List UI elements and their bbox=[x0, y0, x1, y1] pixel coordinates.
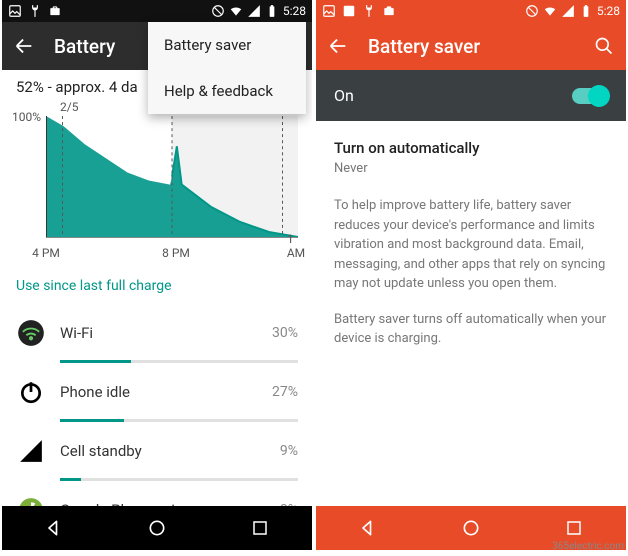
auto-section[interactable]: Turn on automatically Never To help impr… bbox=[316, 121, 626, 383]
use-since-link[interactable]: Use since last full charge bbox=[2, 264, 312, 304]
wifi-app-icon bbox=[16, 318, 46, 348]
chart-xlabel-1: 8 PM bbox=[162, 246, 190, 260]
battery-screen: 5:28 Battery Battery saver Help & feedba… bbox=[2, 0, 312, 550]
nav-recent[interactable] bbox=[249, 517, 271, 539]
toggle-label: On bbox=[334, 86, 354, 105]
battery-icon bbox=[265, 4, 279, 18]
no-sim-icon bbox=[211, 4, 225, 18]
menu-item-help[interactable]: Help & feedback bbox=[148, 68, 306, 114]
nav-back[interactable] bbox=[357, 517, 379, 539]
toggle-row: On bbox=[316, 70, 626, 121]
battery-saver-switch[interactable] bbox=[572, 88, 608, 104]
auto-title: Turn on automatically bbox=[334, 139, 608, 157]
signal-icon bbox=[561, 4, 575, 18]
nav-home[interactable] bbox=[460, 517, 482, 539]
list-item[interactable]: Wi-Fi 30% bbox=[16, 304, 298, 363]
menu-item-battery-saver[interactable]: Battery saver bbox=[148, 22, 306, 68]
auto-value: Never bbox=[334, 161, 608, 176]
image-icon bbox=[8, 4, 22, 18]
description: To help improve battery life, battery sa… bbox=[334, 196, 608, 349]
item-pct: 9% bbox=[280, 443, 298, 459]
search-button[interactable] bbox=[592, 34, 616, 58]
back-button[interactable] bbox=[326, 34, 350, 58]
wifi-icon bbox=[543, 4, 557, 18]
chart-date-0: 2/5 bbox=[60, 100, 78, 114]
app-bar: Battery saver bbox=[316, 22, 626, 70]
status-time: 5:28 bbox=[597, 4, 620, 18]
desc-p2: Battery saver turns off automatically wh… bbox=[334, 310, 608, 349]
status-bar: 5:28 bbox=[2, 0, 312, 22]
nav-recent[interactable] bbox=[563, 517, 585, 539]
item-pct: 27% bbox=[272, 384, 298, 400]
nav-home[interactable] bbox=[146, 517, 168, 539]
list-item[interactable]: Cell standby 9% bbox=[16, 422, 298, 481]
overflow-menu: Battery saver Help & feedback bbox=[148, 22, 306, 114]
item-label: Cell standby bbox=[60, 442, 142, 460]
chart-xlabel-2: 1 AM bbox=[287, 232, 305, 260]
wifi-icon bbox=[229, 4, 243, 18]
page-title: Battery saver bbox=[368, 35, 592, 58]
no-sim-icon bbox=[525, 4, 539, 18]
status-time: 5:28 bbox=[283, 4, 306, 18]
signal-icon bbox=[247, 4, 261, 18]
battery-chart[interactable]: 100% 2/5 2/11 2/17 4 PM 8 PM 1 AM bbox=[16, 102, 298, 242]
nav-back[interactable] bbox=[43, 517, 65, 539]
status-bar: 5:28 bbox=[316, 0, 626, 22]
back-button[interactable] bbox=[12, 34, 36, 58]
list-item[interactable]: Phone idle 27% bbox=[16, 363, 298, 422]
image-icon bbox=[322, 4, 336, 18]
battery-icon bbox=[579, 4, 593, 18]
plug-icon bbox=[28, 4, 42, 18]
item-pct: 30% bbox=[272, 325, 298, 341]
briefcase-icon bbox=[48, 4, 62, 18]
chart-xlabel-0: 4 PM bbox=[32, 246, 60, 260]
desc-p1: To help improve battery life, battery sa… bbox=[334, 196, 608, 294]
briefcase-icon bbox=[382, 4, 396, 18]
power-icon bbox=[16, 377, 46, 407]
plug-icon bbox=[362, 4, 376, 18]
item-label: Phone idle bbox=[60, 383, 130, 401]
chart-ylabel-100: 100% bbox=[12, 110, 41, 124]
chart-box bbox=[46, 116, 298, 238]
item-label: Wi-Fi bbox=[60, 324, 93, 342]
watermark: 365electric.com bbox=[552, 541, 624, 552]
usage-list: Wi-Fi30% Phone idle27% Cell standby9% Go… bbox=[2, 304, 312, 531]
image-icon-2 bbox=[342, 4, 356, 18]
cell-icon bbox=[16, 436, 46, 466]
nav-bar bbox=[2, 506, 312, 550]
battery-saver-screen: 5:28 Battery saver On Turn on automatica… bbox=[316, 0, 626, 550]
